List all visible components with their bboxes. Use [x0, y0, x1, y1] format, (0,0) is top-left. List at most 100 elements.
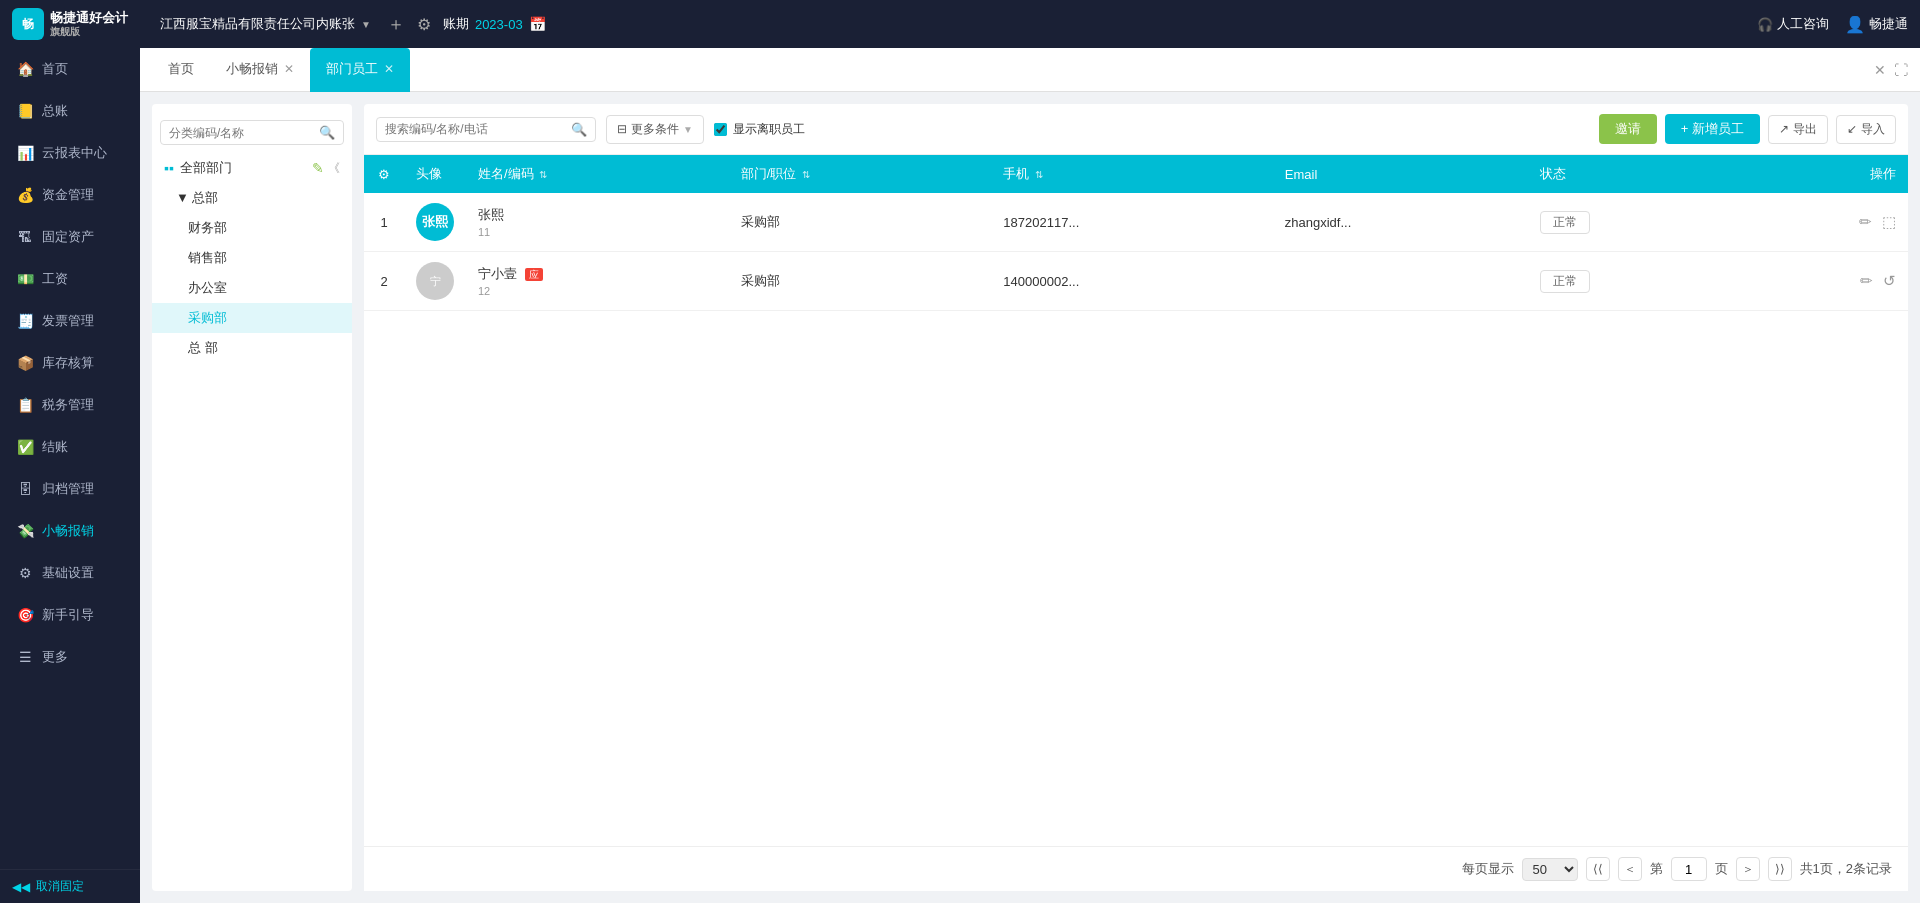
dept-tree-office[interactable]: 办公室 [152, 273, 352, 303]
sidebar-item-tax[interactable]: 📋 税务管理 [0, 384, 140, 426]
app-name: 畅捷通好会计 [50, 10, 128, 26]
sidebar-label-close: 结账 [42, 438, 68, 456]
tab-dept-employee[interactable]: 部门员工 ✕ [310, 48, 410, 92]
more-icon: ☰ [16, 648, 34, 666]
col-status: 状态 [1528, 155, 1736, 193]
dept-search-input[interactable] [169, 126, 315, 140]
first-page-button[interactable]: ⟨⟨ [1586, 857, 1610, 881]
main-layout: 🏠 首页 📒 总账 📊 云报表中心 💰 资金管理 🏗 固定资产 💵 工资 🧾 发… [0, 48, 1920, 903]
row2-status-cell: 正常 [1528, 252, 1736, 311]
cancel-pin-button[interactable]: ◀◀ 取消固定 [0, 869, 140, 903]
employee-code: 12 [478, 285, 717, 297]
company-name[interactable]: 江西服宝精品有限责任公司内账张 ▼ [160, 15, 371, 33]
name-sort-icon[interactable]: ⇅ [539, 169, 547, 180]
sidebar-item-reports[interactable]: 📊 云报表中心 [0, 132, 140, 174]
sidebar-item-home[interactable]: 🏠 首页 [0, 48, 140, 90]
add-icon[interactable]: ＋ [387, 12, 405, 36]
filter-dropdown-icon: ▼ [683, 124, 693, 135]
sidebar-item-salary[interactable]: 💵 工资 [0, 258, 140, 300]
show-resigned-label[interactable]: 显示离职员工 [714, 121, 805, 138]
table-row: 1 张熙 张熙 11 [364, 193, 1908, 252]
sidebar-item-invoice[interactable]: 🧾 发票管理 [0, 300, 140, 342]
sidebar-item-ledger[interactable]: 📒 总账 [0, 90, 140, 132]
expand-tab-icon[interactable]: ⛶ [1894, 62, 1908, 78]
employee-search-box[interactable]: 🔍 [376, 117, 596, 142]
dept-tree-purchase[interactable]: 采购部 [152, 303, 352, 333]
pagination-summary: 共1页，2条记录 [1800, 860, 1892, 878]
user-menu[interactable]: 👤 畅捷通 [1845, 15, 1908, 34]
tab-close-xiao[interactable]: ✕ [284, 62, 294, 76]
import-button[interactable]: ↙ 导入 [1836, 115, 1896, 144]
tab-close-dept[interactable]: ✕ [384, 62, 394, 76]
row2-email-cell [1273, 252, 1528, 311]
col-dept[interactable]: 部门/职位 ⇅ [729, 155, 992, 193]
dept-tree-sales[interactable]: 销售部 [152, 243, 352, 273]
edit-icon[interactable]: ✏ [1859, 213, 1872, 231]
search-icon: 🔍 [319, 125, 335, 140]
add-employee-button[interactable]: + 新增员工 [1665, 114, 1760, 144]
sidebar-item-funds[interactable]: 💰 资金管理 [0, 174, 140, 216]
export-button[interactable]: ↗ 导出 [1768, 115, 1828, 144]
sidebar-label-inventory: 库存核算 [42, 354, 94, 372]
col-phone[interactable]: 手机 ⇅ [991, 155, 1272, 193]
archive-icon: 🗄 [16, 480, 34, 498]
settings-icon[interactable]: ⚙ [417, 15, 431, 34]
sidebar-item-more[interactable]: ☰ 更多 [0, 636, 140, 678]
dept-sort-icon[interactable]: ⇅ [802, 169, 810, 180]
show-resigned-checkbox[interactable] [714, 123, 727, 136]
sidebar-item-assets[interactable]: 🏗 固定资产 [0, 216, 140, 258]
funds-icon: 💰 [16, 186, 34, 204]
edit-dept-icon[interactable]: ✎ [312, 160, 324, 177]
all-departments-header[interactable]: ▪▪ 全部部门 ✎ 《 [152, 153, 352, 183]
avatar-icon: 👤 [1845, 15, 1865, 34]
sidebar-label-xiao: 小畅报销 [42, 522, 94, 540]
col-name[interactable]: 姓名/编码 ⇅ [466, 155, 729, 193]
headset-icon: 🎧 [1757, 17, 1773, 32]
employee-table-wrap: ⚙ 头像 姓名/编码 ⇅ 部门/职位 [364, 155, 1908, 846]
filter-button[interactable]: ⊟ 更多条件 ▼ [606, 115, 704, 144]
sidebar-item-guide[interactable]: 🎯 新手引导 [0, 594, 140, 636]
calendar-icon[interactable]: 📅 [529, 16, 546, 32]
close-tab-icon[interactable]: ✕ [1874, 62, 1886, 78]
column-settings-icon[interactable]: ⚙ [378, 167, 390, 182]
col-settings[interactable]: ⚙ [364, 155, 404, 193]
sidebar-item-settings[interactable]: ⚙ 基础设置 [0, 552, 140, 594]
sidebar-label-more: 更多 [42, 648, 68, 666]
basic-settings-icon: ⚙ [16, 564, 34, 582]
ai-consult-button[interactable]: 🎧 人工咨询 [1757, 15, 1829, 33]
collapse-icon[interactable]: 《 [328, 160, 340, 177]
sidebar-item-close[interactable]: ✅ 结账 [0, 426, 140, 468]
dept-search-box[interactable]: 🔍 [160, 120, 344, 145]
last-page-button[interactable]: ⟩⟩ [1768, 857, 1792, 881]
sidebar-label-funds: 资金管理 [42, 186, 94, 204]
invite-button[interactable]: 邀请 [1599, 114, 1657, 144]
dept-tree-headquarters[interactable]: 总 部 [152, 333, 352, 363]
employee-search-input[interactable] [385, 122, 565, 136]
sidebar-label-ledger: 总账 [42, 102, 68, 120]
dept-tree-finance[interactable]: 财务部 [152, 213, 352, 243]
phone-sort-icon[interactable]: ⇅ [1035, 169, 1043, 180]
row1-avatar-cell: 张熙 [404, 193, 466, 252]
dept-tree-root[interactable]: ▼ 总部 [152, 183, 352, 213]
sidebar-label-reports: 云报表中心 [42, 144, 107, 162]
next-page-button[interactable]: ＞ [1736, 857, 1760, 881]
sidebar-item-xiao[interactable]: 💸 小畅报销 [0, 510, 140, 552]
page-number-input[interactable] [1671, 857, 1707, 881]
sidebar-label-salary: 工资 [42, 270, 68, 288]
company-dropdown-icon[interactable]: ▼ [361, 19, 371, 30]
invoice-icon: 🧾 [16, 312, 34, 330]
sidebar-label-home: 首页 [42, 60, 68, 78]
logout-icon[interactable]: ⬚ [1882, 213, 1896, 231]
sidebar-item-archive[interactable]: 🗄 归档管理 [0, 468, 140, 510]
home-icon: 🏠 [16, 60, 34, 78]
tab-home[interactable]: 首页 [152, 48, 210, 92]
delete-icon[interactable]: ↺ [1883, 272, 1896, 290]
prev-page-button[interactable]: ＜ [1618, 857, 1642, 881]
filter-icon: ⊟ [617, 122, 627, 136]
per-page-select[interactable]: 50 10 20 100 [1522, 858, 1578, 881]
tab-xiao-expense[interactable]: 小畅报销 ✕ [210, 48, 310, 92]
pagination-bar: 每页显示 50 10 20 100 ⟨⟨ ＜ 第 页 ＞ ⟩⟩ 共1页，2条记录 [364, 846, 1908, 891]
pin-icon: ◀◀ [12, 880, 30, 894]
edit-icon[interactable]: ✏ [1860, 272, 1873, 290]
sidebar-item-inventory[interactable]: 📦 库存核算 [0, 342, 140, 384]
